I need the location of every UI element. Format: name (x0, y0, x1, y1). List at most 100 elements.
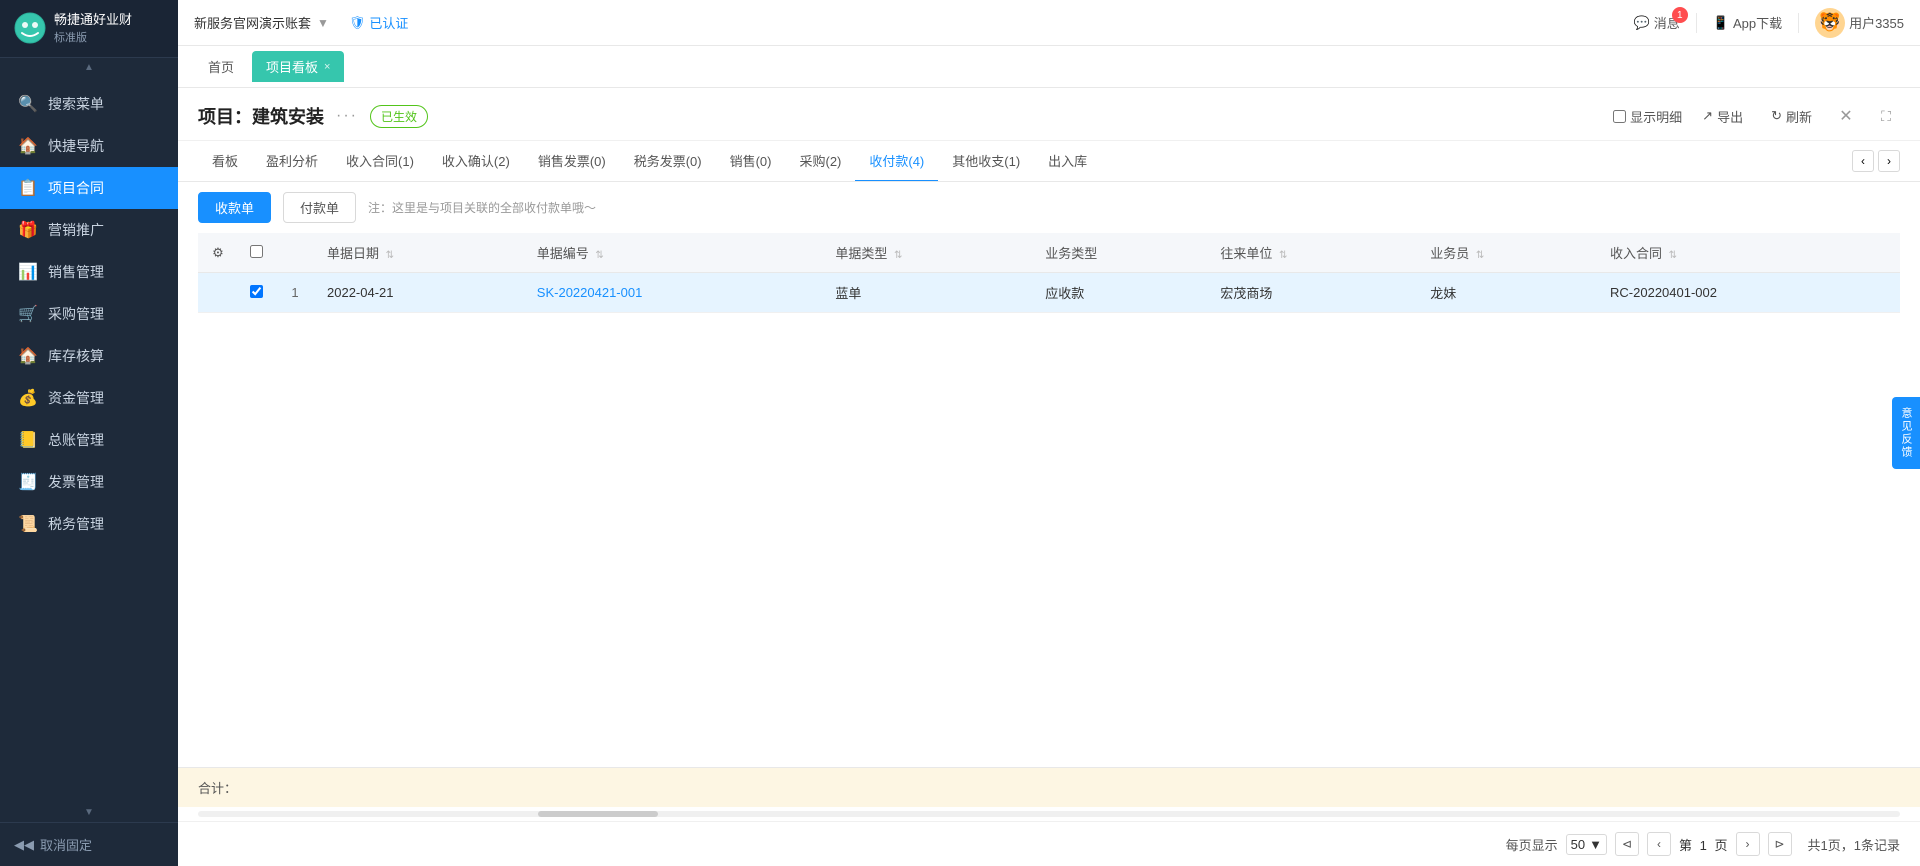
tab-close-kanban[interactable]: × (324, 61, 330, 73)
message-icon: 💬 (1634, 15, 1650, 31)
subtabs-prev-button[interactable]: ‹ (1852, 150, 1874, 172)
th-partner[interactable]: 往来单位 ⇅ (1208, 233, 1418, 273)
subtabs-next-button[interactable]: › (1878, 150, 1900, 172)
th-code[interactable]: 单据编号 ⇅ (525, 233, 824, 273)
sidebar-item-search[interactable]: 🔍 搜索菜单 (0, 83, 178, 125)
refresh-button[interactable]: ↻ 刷新 (1763, 104, 1820, 129)
payment-filter-button[interactable]: 付款单 (283, 192, 356, 223)
certified-label: 已认证 (369, 13, 408, 32)
project-selector[interactable]: 新服务官网演示账套 ▼ (194, 13, 329, 32)
export-button[interactable]: ↗ 导出 (1694, 104, 1751, 129)
record-link[interactable]: SK-20220421-001 (537, 285, 643, 300)
sidebar-item-marketing[interactable]: 🎁 营销推广 (0, 209, 178, 251)
subtabs-nav: ‹ › (1852, 150, 1900, 172)
sidebar-item-inventory[interactable]: 🏠 库存核算 (0, 335, 178, 377)
feedback-button[interactable]: 意见反馈 (1892, 397, 1920, 469)
last-page-button[interactable]: ⊳ (1768, 832, 1792, 856)
message-button[interactable]: 💬 消息 1 (1634, 13, 1680, 32)
first-page-button[interactable]: ⊲ (1615, 832, 1639, 856)
user-label: 用户3355 (1849, 13, 1904, 32)
th-salesperson[interactable]: 业务员 ⇅ (1418, 233, 1598, 273)
pagination-info: 共1页，1条记录 (1808, 835, 1900, 854)
divider (1696, 13, 1697, 33)
sidebar-icon-ledger: 📒 (18, 430, 38, 450)
sidebar-item-purchase[interactable]: 🛒 采购管理 (0, 293, 178, 335)
sidebar: 畅捷通好业财 标准版 ▲ 🔍 搜索菜单 🏠 快捷导航 📋 项目合同 🎁 营销推广… (0, 0, 178, 866)
user-menu[interactable]: 🐯 用户3355 (1815, 8, 1904, 38)
sidebar-item-project[interactable]: 📋 项目合同 (0, 167, 178, 209)
subtab-sales[interactable]: 销售(0) (716, 141, 786, 182)
subtab-other_income[interactable]: 其他收支(1) (938, 141, 1034, 182)
td-biz-type: 应收款 (1033, 273, 1208, 313)
sidebar-item-tax[interactable]: 📜 税务管理 (0, 503, 178, 545)
table-body: 1 2022-04-21 SK-20220421-001 蓝单 应收款 宏茂商场… (198, 273, 1900, 313)
select-all-checkbox[interactable] (250, 245, 263, 258)
logo-text: 畅捷通好业财 (54, 12, 132, 29)
records-table: ⚙ 单据日期 ⇅ 单据编号 ⇅ 单据类型 ⇅ 业务类型 往来单位 ⇅ 业务员 ⇅… (198, 233, 1900, 313)
filter-bar: 收款单 付款单 注：这里是与项目关联的全部收付款单哦～ (178, 182, 1920, 233)
sidebar-icon-project: 📋 (18, 178, 38, 198)
expand-button[interactable]: ⛶ (1872, 102, 1900, 130)
show-detail-label: 显示明细 (1630, 107, 1682, 126)
subtab-tax_invoice[interactable]: 税务发票(0) (620, 141, 716, 182)
th-type[interactable]: 单据类型 ⇅ (823, 233, 1033, 273)
export-icon: ↗ (1702, 108, 1713, 124)
tab-kanban[interactable]: 项目看板× (252, 51, 344, 82)
tab-label-home: 首页 (208, 57, 234, 76)
close-button[interactable]: ✕ (1832, 102, 1860, 130)
th-date[interactable]: 单据日期 ⇅ (315, 233, 525, 273)
subtab-purchase[interactable]: 采购(2) (785, 141, 855, 182)
subtab-profit[interactable]: 盈利分析 (252, 141, 332, 182)
show-detail-checkbox[interactable]: 显示明细 (1613, 107, 1682, 126)
td-type: 蓝单 (823, 273, 1033, 313)
sidebar-label-project: 项目合同 (48, 178, 104, 198)
per-page-chevron: ▼ (1589, 837, 1602, 852)
row-checkbox[interactable] (250, 285, 263, 298)
subtab-collection[interactable]: 收付款(4) (855, 141, 938, 182)
table-row[interactable]: 1 2022-04-21 SK-20220421-001 蓝单 应收款 宏茂商场… (198, 273, 1900, 313)
sidebar-item-capital[interactable]: 💰 资金管理 (0, 377, 178, 419)
sidebar-item-ledger[interactable]: 📒 总账管理 (0, 419, 178, 461)
total-label: 合计： (198, 781, 237, 796)
sidebar-label-capital: 资金管理 (48, 388, 104, 408)
prev-page-button[interactable]: ‹ (1647, 832, 1671, 856)
tab-home[interactable]: 首页 (194, 51, 248, 82)
th-biz-type: 业务类型 (1033, 233, 1208, 273)
subtab-inout[interactable]: 出入库 (1034, 141, 1101, 182)
feedback-label: 意见反馈 (1898, 407, 1914, 459)
sidebar-unpin-button[interactable]: ◀◀ 取消固定 (0, 822, 178, 866)
th-check (238, 233, 275, 273)
scroll-down-indicator: ▼ (0, 803, 178, 822)
collection-filter-button[interactable]: 收款单 (198, 192, 271, 223)
next-page-button[interactable]: › (1736, 832, 1760, 856)
scrollbar-thumb[interactable] (538, 811, 658, 817)
sidebar-label-ledger: 总账管理 (48, 430, 104, 450)
sidebar-nav: 🔍 搜索菜单 🏠 快捷导航 📋 项目合同 🎁 营销推广 📊 销售管理 🛒 采购管… (0, 77, 178, 803)
th-gear[interactable]: ⚙ (198, 233, 238, 273)
subtab-income_confirm[interactable]: 收入确认(2) (428, 141, 524, 182)
project-more-button[interactable]: ··· (336, 107, 358, 125)
per-page-select[interactable]: 50 ▼ (1566, 834, 1607, 855)
sidebar-item-quick[interactable]: 🏠 快捷导航 (0, 125, 178, 167)
th-income-contract[interactable]: 收入合同 ⇅ (1598, 233, 1900, 273)
subtab-income_contract[interactable]: 收入合同(1) (332, 141, 428, 182)
table-container: ⚙ 单据日期 ⇅ 单据编号 ⇅ 单据类型 ⇅ 业务类型 往来单位 ⇅ 业务员 ⇅… (178, 233, 1920, 767)
td-code: SK-20220421-001 (525, 273, 824, 313)
scrollbar-track[interactable] (198, 811, 1900, 817)
show-detail-input[interactable] (1613, 110, 1626, 123)
project-title: 项目：建筑安装 (198, 103, 324, 129)
app-download-button[interactable]: 📱 App下载 (1713, 13, 1782, 32)
td-income-contract: RC-20220401-002 (1598, 273, 1900, 313)
subtab-sales_invoice[interactable]: 销售发票(0) (524, 141, 620, 182)
topbar-right: 💬 消息 1 📱 App下载 🐯 用户3355 (1634, 8, 1904, 38)
subtab-kanban[interactable]: 看板 (198, 141, 252, 182)
sidebar-label-quick: 快捷导航 (48, 136, 104, 156)
project-selector-name: 新服务官网演示账套 (194, 13, 311, 32)
refresh-label: 刷新 (1786, 107, 1812, 126)
sidebar-icon-invoice: 🧾 (18, 472, 38, 492)
sidebar-item-sales[interactable]: 📊 销售管理 (0, 251, 178, 293)
table-footer: 合计： (178, 767, 1920, 807)
sidebar-icon-quick: 🏠 (18, 136, 38, 156)
project-name: 建筑安装 (252, 107, 324, 127)
sidebar-item-invoice[interactable]: 🧾 发票管理 (0, 461, 178, 503)
